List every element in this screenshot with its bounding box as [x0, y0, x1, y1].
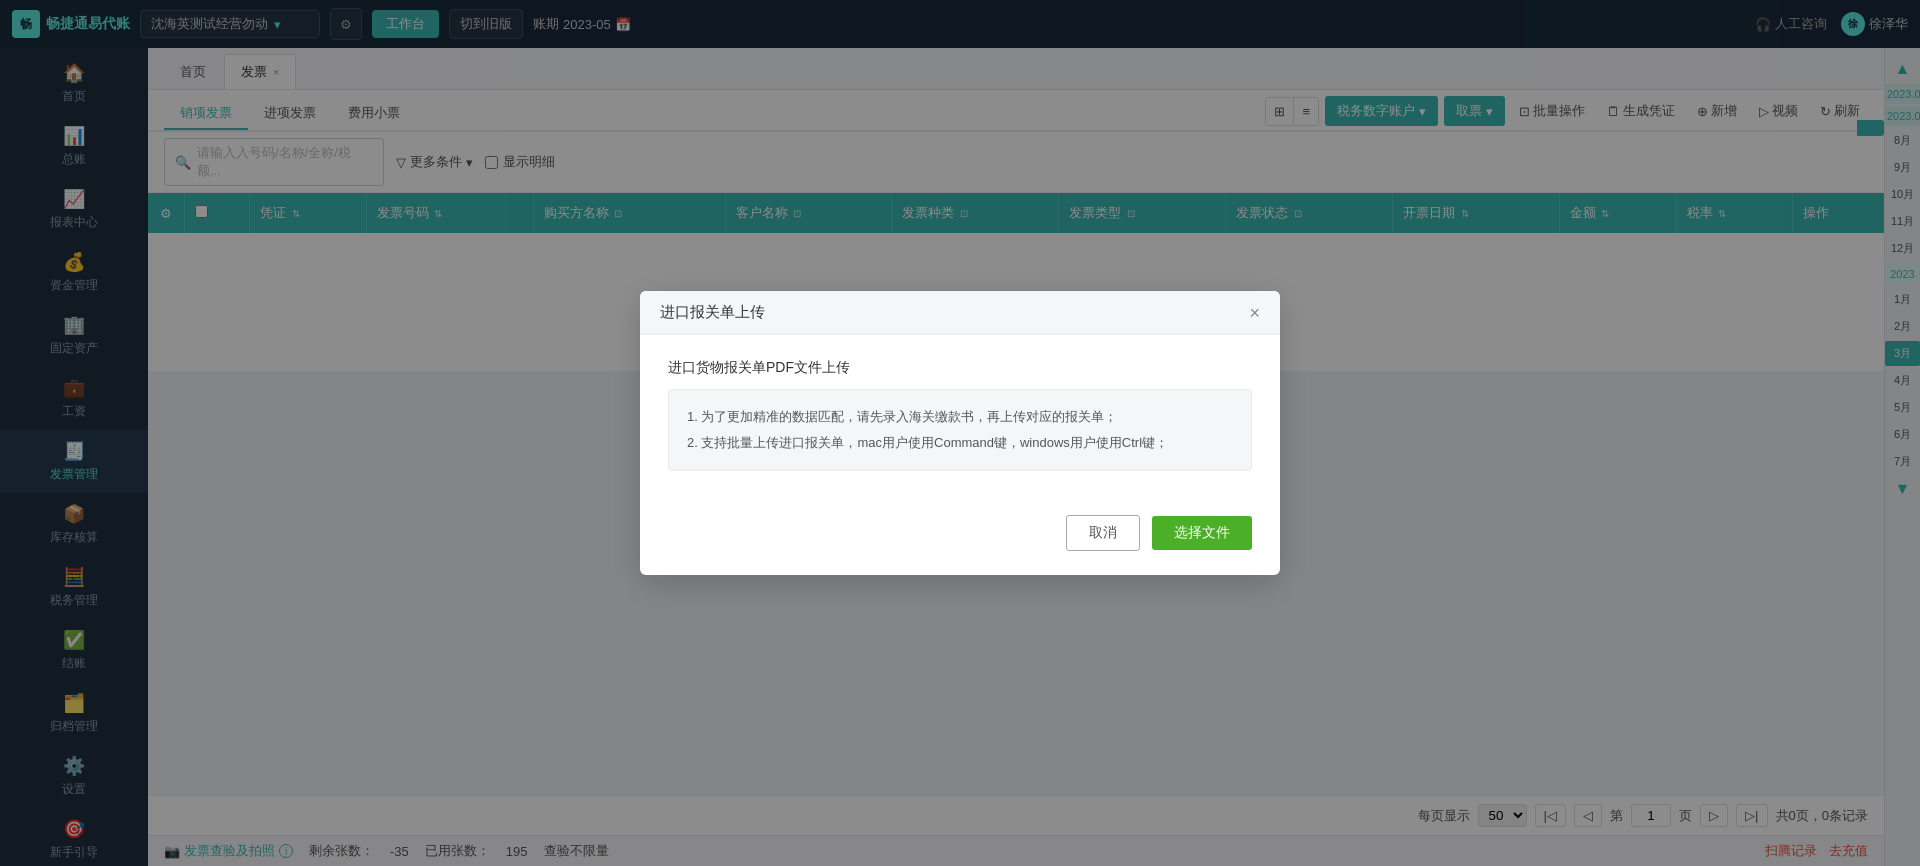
dialog-info-box: 1. 为了更加精准的数据匹配，请先录入海关缴款书，再上传对应的报关单； 2. 支… — [668, 389, 1252, 471]
dialog-info-item-2: 2. 支持批量上传进口报关单，mac用户使用Command键，windows用户… — [687, 430, 1233, 456]
import-dialog: 进口报关单上传 × 进口货物报关单PDF文件上传 1. 为了更加精准的数据匹配，… — [640, 291, 1280, 575]
dialog-select-file-btn[interactable]: 选择文件 — [1152, 516, 1252, 550]
dialog-header: 进口报关单上传 × — [640, 291, 1280, 335]
modal-overlay[interactable]: 进口报关单上传 × 进口货物报关单PDF文件上传 1. 为了更加精准的数据匹配，… — [0, 0, 1920, 866]
dialog-body: 进口货物报关单PDF文件上传 1. 为了更加精准的数据匹配，请先录入海关缴款书，… — [640, 335, 1280, 515]
dialog-info-item-1: 1. 为了更加精准的数据匹配，请先录入海关缴款书，再上传对应的报关单； — [687, 404, 1233, 430]
dialog-section-title: 进口货物报关单PDF文件上传 — [668, 359, 1252, 377]
dialog-cancel-btn[interactable]: 取消 — [1066, 515, 1140, 551]
dialog-close-btn[interactable]: × — [1249, 304, 1260, 322]
dialog-title: 进口报关单上传 — [660, 303, 765, 322]
dialog-footer: 取消 选择文件 — [640, 515, 1280, 575]
